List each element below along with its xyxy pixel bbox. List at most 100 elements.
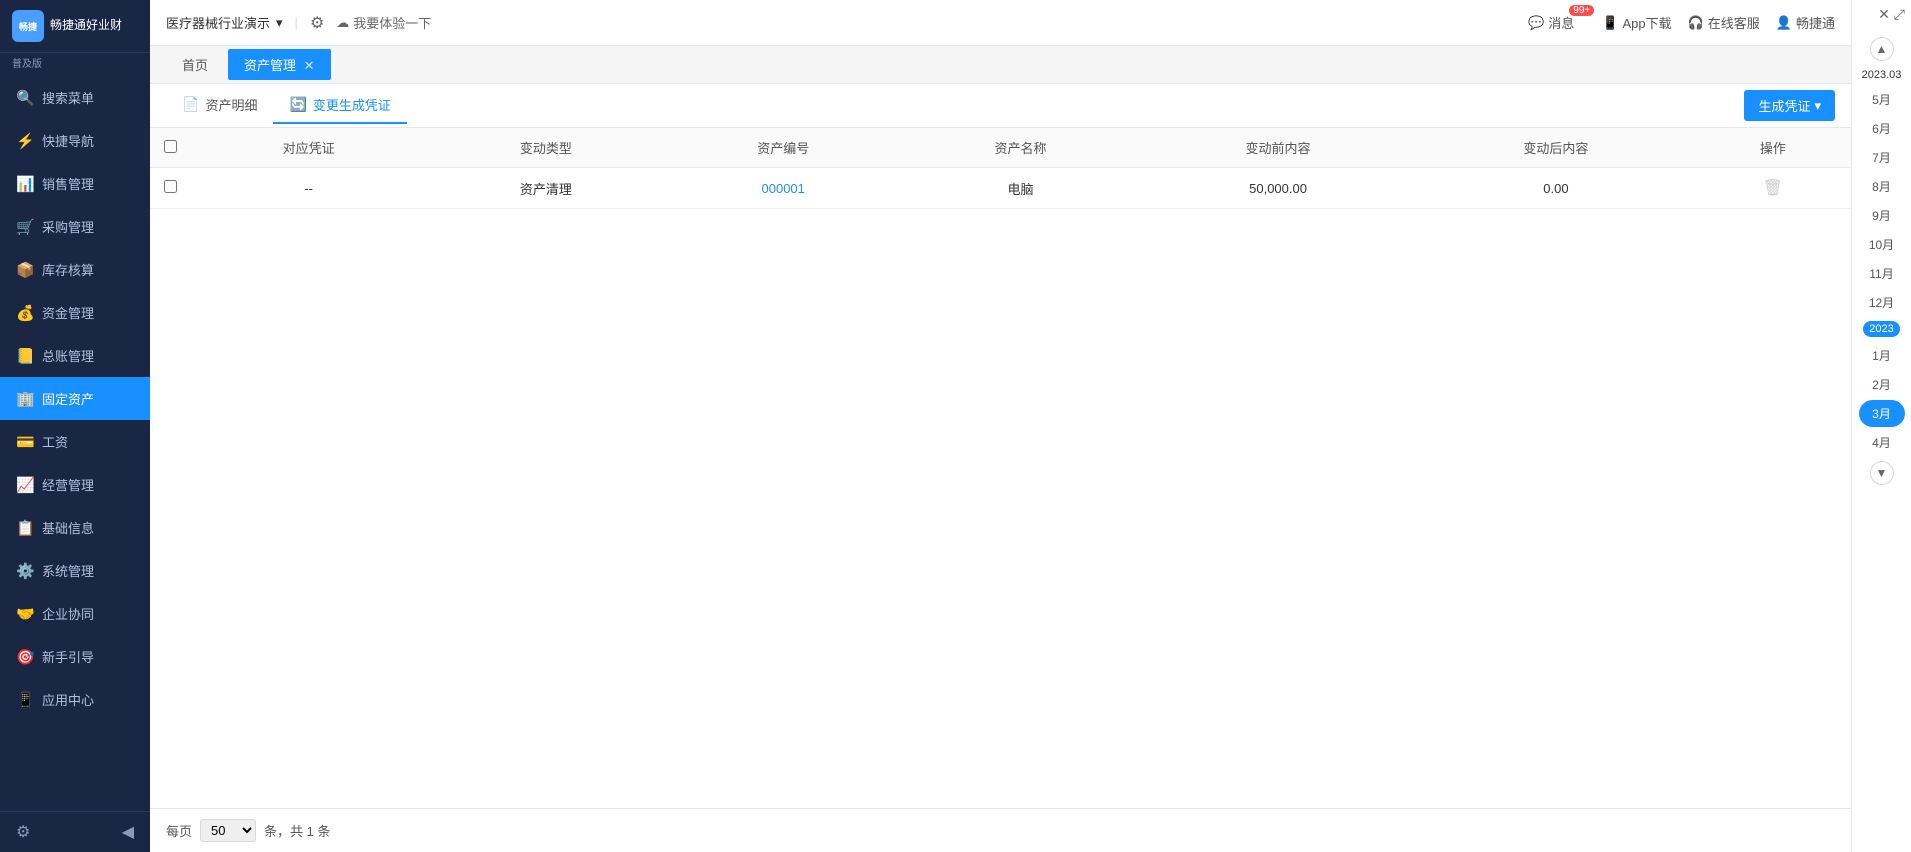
message-label: 消息 [1548, 13, 1574, 32]
tab-actions: 生成凭证 ▾ [1744, 90, 1835, 121]
sidebar-item-guide[interactable]: 🎯 新手引导 [0, 635, 150, 678]
tab-change-voucher[interactable]: 🔄 变更生成凭证 [273, 87, 406, 124]
scroll-down-button[interactable]: ▼ [1870, 461, 1894, 485]
sidebar-item-system[interactable]: ⚙️ 系统管理 [0, 549, 150, 592]
th-before-change: 变动前内容 [1139, 128, 1417, 168]
app-download-label: App下载 [1622, 13, 1671, 32]
month-2023-4[interactable]: 4月 [1859, 429, 1905, 456]
gear-icon[interactable]: ⚙ [310, 13, 324, 33]
tab-home-label: 首页 [182, 58, 208, 73]
sidebar-item-label: 销售管理 [42, 174, 94, 193]
month-10[interactable]: 10月 [1859, 231, 1905, 258]
month-8[interactable]: 8月 [1859, 173, 1905, 200]
sidebar-item-label: 总账管理 [42, 346, 94, 365]
app-download-button[interactable]: 📱 App下载 [1602, 13, 1671, 32]
sidebar-item-label: 搜索菜单 [42, 88, 94, 107]
table-footer: 每页 10 20 50 100 条，共 1 条 [150, 808, 1851, 852]
sidebar-item-label: 企业协同 [42, 604, 94, 623]
month-9[interactable]: 9月 [1859, 202, 1905, 229]
sidebar-item-cooperation[interactable]: 🤝 企业协同 [0, 592, 150, 635]
tab-asset-label: 资产管理 [244, 58, 296, 73]
sidebar-item-label: 采购管理 [42, 217, 94, 236]
sidebar-item-fixed-assets[interactable]: 🏢 固定资产 [0, 377, 150, 420]
main-area: 医疗器械行业演示 ▾ | ⚙ ☁ 我要体验一下 💬 消息 99+ 📱 App下载… [150, 0, 1851, 852]
tab-close-icon[interactable]: ✕ [304, 58, 315, 73]
row-checkbox[interactable] [164, 180, 177, 193]
sidebar-item-label: 基础信息 [42, 518, 94, 537]
month-12[interactable]: 12月 [1859, 289, 1905, 316]
sidebar-item-app-center[interactable]: 📱 应用中心 [0, 678, 150, 721]
sidebar-item-label: 应用中心 [42, 690, 94, 709]
month-11[interactable]: 11月 [1859, 260, 1905, 287]
message-badge: 99+ [1569, 5, 1594, 16]
table-wrapper: 对应凭证 变动类型 资产编号 资产名称 变动前内容 变动后内容 操作 [150, 128, 1851, 808]
user-menu[interactable]: 👤 畅捷通 [1776, 13, 1835, 32]
right-panel-header: ✕ ⤢ [1852, 0, 1911, 29]
trend-icon: 📈 [16, 476, 34, 494]
expand-panel-icon[interactable]: ⤢ [1894, 6, 1905, 23]
month-2023-1[interactable]: 1月 [1859, 342, 1905, 369]
select-all-checkbox[interactable] [164, 140, 177, 153]
generate-voucher-button[interactable]: 生成凭证 ▾ [1744, 90, 1835, 121]
sidebar-item-operations[interactable]: 📈 经营管理 [0, 463, 150, 506]
cloud-icon: ☁ [336, 15, 349, 31]
box-icon: 📦 [16, 261, 34, 279]
sidebar-item-payroll[interactable]: 💳 工资 [0, 420, 150, 463]
scroll-up-button[interactable]: ▲ [1870, 37, 1894, 61]
sidebar-edition: 普及版 [0, 53, 150, 76]
row-before-change: 50,000.00 [1139, 168, 1417, 209]
month-2023-2[interactable]: 2月 [1859, 371, 1905, 398]
support-button[interactable]: 🎧 在线客服 [1688, 13, 1760, 32]
table-header-row: 对应凭证 变动类型 资产编号 资产名称 变动前内容 变动后内容 操作 [150, 128, 1851, 168]
dropdown-arrow-icon: ▾ [276, 15, 283, 31]
sidebar-item-ledger[interactable]: 📒 总账管理 [0, 334, 150, 377]
sidebar-item-capital[interactable]: 💰 资金管理 [0, 291, 150, 334]
sidebar-item-sales[interactable]: 📊 销售管理 [0, 162, 150, 205]
close-panel-icon[interactable]: ✕ [1878, 6, 1890, 23]
sidebar-item-label: 固定资产 [42, 389, 94, 408]
row-select-cell [150, 168, 190, 209]
per-page-select[interactable]: 10 20 50 100 [200, 819, 256, 842]
tab-detail-label: 资产明细 [205, 95, 257, 114]
month-5[interactable]: 5月 [1859, 86, 1905, 113]
tab-asset-management[interactable]: 资产管理 ✕ [228, 49, 331, 80]
sidebar-nav: 🔍 搜索菜单 ⚡ 快捷导航 📊 销售管理 🛒 采购管理 📦 库存核算 💰 资金管… [0, 76, 150, 811]
sidebar-item-quick-nav[interactable]: ⚡ 快捷导航 [0, 119, 150, 162]
tab-asset-detail[interactable]: 📄 资产明细 [166, 87, 273, 124]
nav-tabs: 首页 资产管理 ✕ [150, 46, 1851, 84]
headset-icon: 🎧 [1688, 15, 1704, 31]
sidebar-bottom: ⚙ ◀ [0, 811, 150, 852]
target-icon: 🎯 [16, 648, 34, 666]
row-asset-code: 000001 [665, 168, 902, 209]
clipboard-icon: 📋 [16, 519, 34, 537]
dropdown-icon: ▾ [1814, 98, 1821, 114]
sidebar-item-search[interactable]: 🔍 搜索菜单 [0, 76, 150, 119]
avatar-icon: 👤 [1776, 15, 1792, 31]
month-2023-3[interactable]: 3月 [1859, 400, 1905, 427]
sidebar-item-purchase[interactable]: 🛒 采购管理 [0, 205, 150, 248]
sidebar-item-basic-info[interactable]: 📋 基础信息 [0, 506, 150, 549]
th-asset-code: 资产编号 [665, 128, 902, 168]
logo-icon: 畅捷 [12, 10, 44, 42]
message-button[interactable]: 💬 消息 99+ [1528, 13, 1586, 32]
sidebar-item-inventory[interactable]: 📦 库存核算 [0, 248, 150, 291]
settings-bottom-icon[interactable]: ⚙ [16, 822, 30, 842]
company-selector[interactable]: 医疗器械行业演示 ▾ [166, 13, 283, 32]
settings-icon: ⚙️ [16, 562, 34, 580]
month-7[interactable]: 7月 [1859, 144, 1905, 171]
asset-table: 对应凭证 变动类型 资产编号 资产名称 变动前内容 变动后内容 操作 [150, 128, 1851, 209]
search-icon: 🔍 [16, 89, 34, 107]
delete-icon[interactable]: 🗑 [1763, 180, 1783, 197]
right-panel: ✕ ⤢ ▲ 2023.03 5月 6月 7月 8月 9月 10月 11月 12月… [1851, 0, 1911, 852]
month-6[interactable]: 6月 [1859, 115, 1905, 142]
lightning-icon: ⚡ [16, 132, 34, 150]
logo-title: 畅捷通好业财 [50, 18, 122, 34]
sidebar-item-label: 库存核算 [42, 260, 94, 279]
feedback-button[interactable]: ☁ 我要体验一下 [336, 13, 431, 32]
tab-home[interactable]: 首页 [166, 49, 224, 80]
sidebar-item-label: 新手引导 [42, 647, 94, 666]
collapse-icon[interactable]: ◀ [122, 822, 134, 842]
tab-change-label: 变更生成凭证 [313, 95, 391, 114]
feedback-text: 我要体验一下 [353, 13, 431, 32]
phone-icon: 📱 [16, 691, 34, 709]
